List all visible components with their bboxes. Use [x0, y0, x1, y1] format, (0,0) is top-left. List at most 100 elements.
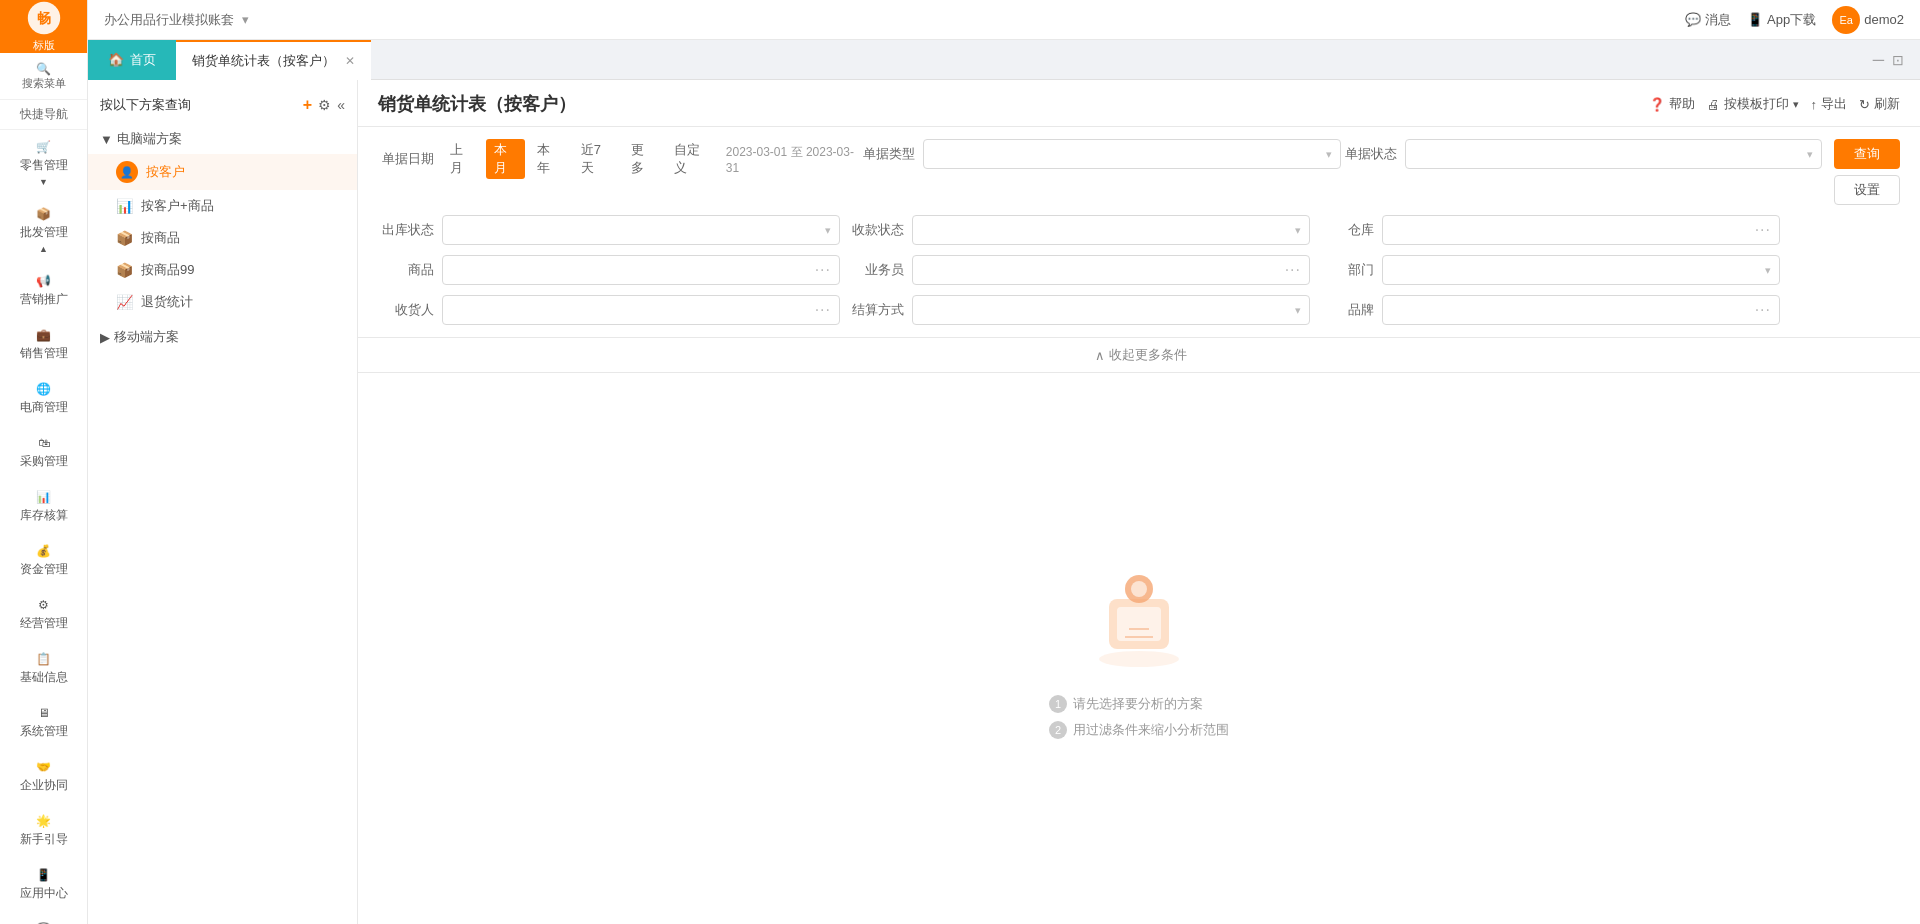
industry-dropdown-icon[interactable]: ▾	[242, 12, 249, 27]
sidebar-item-inventory[interactable]: 📊 库存核算	[0, 480, 87, 534]
collection-status-dropdown-icon: ▾	[1295, 224, 1301, 237]
date-tab-more[interactable]: 更多	[623, 139, 663, 179]
tab-sales-stat[interactable]: 销货单统计表（按客户） ✕	[176, 40, 371, 80]
quick-nav-label: 快捷导航	[20, 107, 68, 121]
product-select[interactable]: ···	[442, 255, 840, 285]
header-right: 💬 消息 📱 App下载 Ea demo2	[1685, 6, 1904, 34]
sidebar-item-retail[interactable]: 🛒 零售管理 ▼	[0, 130, 87, 197]
sidebar: 畅 标版 🔍 搜索菜单 快捷导航 🛒 零售管理 ▼ 📦 批发管理 ▲ 📢 营销推…	[0, 0, 88, 924]
settlement-select[interactable]: ▾	[912, 295, 1310, 325]
search-menu-item[interactable]: 🔍 搜索菜单	[0, 53, 87, 100]
action-buttons: 查询 设置	[1822, 139, 1900, 205]
sidebar-item-marketing[interactable]: 📢 营销推广	[0, 264, 87, 318]
tip-2-text: 用过滤条件来缩小分析范围	[1073, 721, 1229, 739]
left-panel-header: 按以下方案查询 + ⚙ «	[88, 90, 357, 120]
add-scheme-button[interactable]: +	[303, 96, 312, 114]
mobile-group-label: 移动端方案	[114, 328, 179, 346]
purchase-icon: 🛍	[38, 436, 50, 450]
product-icon: 📦	[116, 230, 133, 246]
refresh-button[interactable]: ↻ 刷新	[1859, 95, 1900, 113]
collection-status-select[interactable]: ▾	[912, 215, 1310, 245]
out-status-select[interactable]: ▾	[442, 215, 840, 245]
warehouse-filter: 仓库 ···	[1318, 215, 1780, 245]
date-filter-label: 单据日期	[378, 150, 434, 168]
scheme-by-product-99-label: 按商品99	[141, 261, 345, 279]
scheme-item-by-customer-product[interactable]: 📊 按客户+商品	[88, 190, 357, 222]
salesperson-select[interactable]: ···	[912, 255, 1310, 285]
sidebar-item-wholesale[interactable]: 📦 批发管理 ▲	[0, 197, 87, 264]
settlement-label: 结算方式	[848, 301, 904, 319]
finance-icon: 💰	[36, 544, 51, 558]
newbie-icon: 🌟	[36, 814, 51, 828]
date-filter-group: 单据日期 上月 本月 本年 近7天 更多 自定义 2023-03-01 至 20…	[378, 139, 859, 179]
order-status-label: 单据状态	[1341, 145, 1397, 163]
product-filter: 商品 ···	[378, 255, 840, 285]
collapse-more-button[interactable]: ∧ 收起更多条件	[358, 338, 1920, 373]
brand-filter: 品牌 ···	[1318, 295, 1780, 325]
logo-icon: 畅	[26, 0, 62, 36]
collapse-label: 收起更多条件	[1109, 346, 1187, 364]
minimize-window-button[interactable]: ─	[1873, 51, 1884, 69]
sidebar-item-enterprise[interactable]: 🤝 企业协同	[0, 750, 87, 804]
order-type-select[interactable]: ▾	[923, 139, 1340, 169]
date-tab-7days[interactable]: 近7天	[573, 139, 619, 179]
sidebar-logo[interactable]: 畅 标版	[0, 0, 87, 53]
message-label: 消息	[1705, 11, 1731, 29]
date-tab-custom[interactable]: 自定义	[666, 139, 717, 179]
sidebar-item-purchase[interactable]: 🛍 采购管理	[0, 426, 87, 480]
date-tab-this-month[interactable]: 本月	[486, 139, 526, 179]
desktop-scheme-group: ▼ 电脑端方案 👤 按客户 📊 按客户+商品 📦 按商品	[88, 124, 357, 318]
sidebar-item-basic[interactable]: 📋 基础信息	[0, 642, 87, 696]
help-button[interactable]: ❓ 帮助	[1649, 95, 1695, 113]
scheme-item-return-stats[interactable]: 📈 退货统计	[88, 286, 357, 318]
sidebar-item-system[interactable]: 🖥 系统管理	[0, 696, 87, 750]
settings-button[interactable]: 设置	[1834, 175, 1900, 205]
date-tab-last-month[interactable]: 上月	[442, 139, 482, 179]
sidebar-item-newbie[interactable]: 🌟 新手引导	[0, 804, 87, 858]
scheme-item-by-product[interactable]: 📦 按商品	[88, 222, 357, 254]
basic-icon: 📋	[36, 652, 51, 666]
sidebar-item-sales[interactable]: 💼 销售管理	[0, 318, 87, 372]
scheme-item-by-customer[interactable]: 👤 按客户	[88, 154, 357, 190]
export-label: 导出	[1821, 95, 1847, 113]
collapse-panel-button[interactable]: «	[337, 97, 345, 113]
page-actions: ❓ 帮助 🖨 按模板打印 ▾ ↑ 导出 ↻ 刷新	[1649, 95, 1901, 113]
sidebar-item-wechat[interactable]: 💬 企业微信	[0, 912, 87, 924]
sidebar-item-ecommerce[interactable]: 🌐 电商管理	[0, 372, 87, 426]
export-icon: ↑	[1811, 97, 1818, 112]
scheme-item-by-product-99[interactable]: 📦 按商品99	[88, 254, 357, 286]
maximize-window-button[interactable]: ⊡	[1892, 52, 1904, 68]
dept-select[interactable]: ▾	[1382, 255, 1780, 285]
sidebar-item-appstore[interactable]: 📱 应用中心	[0, 858, 87, 912]
close-tab-button[interactable]: ✕	[345, 54, 355, 68]
marketing-label: 营销推广	[20, 291, 68, 308]
wholesale-arrow: ▲	[39, 244, 48, 254]
operation-label: 经营管理	[20, 615, 68, 632]
date-tab-this-year[interactable]: 本年	[529, 139, 569, 179]
tip-1-number: 1	[1049, 695, 1067, 713]
settings-scheme-button[interactable]: ⚙	[318, 97, 331, 113]
mobile-group-title[interactable]: ▶ 移动端方案	[88, 322, 357, 352]
system-label: 系统管理	[20, 723, 68, 740]
brand-select[interactable]: ···	[1382, 295, 1780, 325]
app-download-button[interactable]: 📱 App下载	[1747, 11, 1816, 29]
appstore-label: 应用中心	[20, 885, 68, 902]
message-button[interactable]: 💬 消息	[1685, 11, 1731, 29]
desktop-group-title[interactable]: ▼ 电脑端方案	[88, 124, 357, 154]
sidebar-item-finance[interactable]: 💰 资金管理	[0, 534, 87, 588]
product-99-icon: 📦	[116, 262, 133, 278]
export-button[interactable]: ↑ 导出	[1811, 95, 1848, 113]
warehouse-select[interactable]: ···	[1382, 215, 1780, 245]
print-template-button[interactable]: 🖨 按模板打印 ▾	[1707, 95, 1799, 113]
query-button[interactable]: 查询	[1834, 139, 1900, 169]
right-panel: 销货单统计表（按客户） ❓ 帮助 🖨 按模板打印 ▾ ↑ 导出	[358, 80, 1920, 924]
order-status-select[interactable]: ▾	[1405, 139, 1822, 169]
user-profile-button[interactable]: Ea demo2	[1832, 6, 1904, 34]
sidebar-item-operation[interactable]: ⚙ 经营管理	[0, 588, 87, 642]
collapse-up-icon: ∧	[1095, 348, 1105, 363]
receiver-select[interactable]: ···	[442, 295, 840, 325]
desktop-group-label: 电脑端方案	[117, 130, 182, 148]
quick-nav-item[interactable]: 快捷导航	[0, 100, 87, 130]
tab-home[interactable]: 🏠 首页	[88, 40, 176, 80]
receiver-dots: ···	[815, 301, 831, 319]
